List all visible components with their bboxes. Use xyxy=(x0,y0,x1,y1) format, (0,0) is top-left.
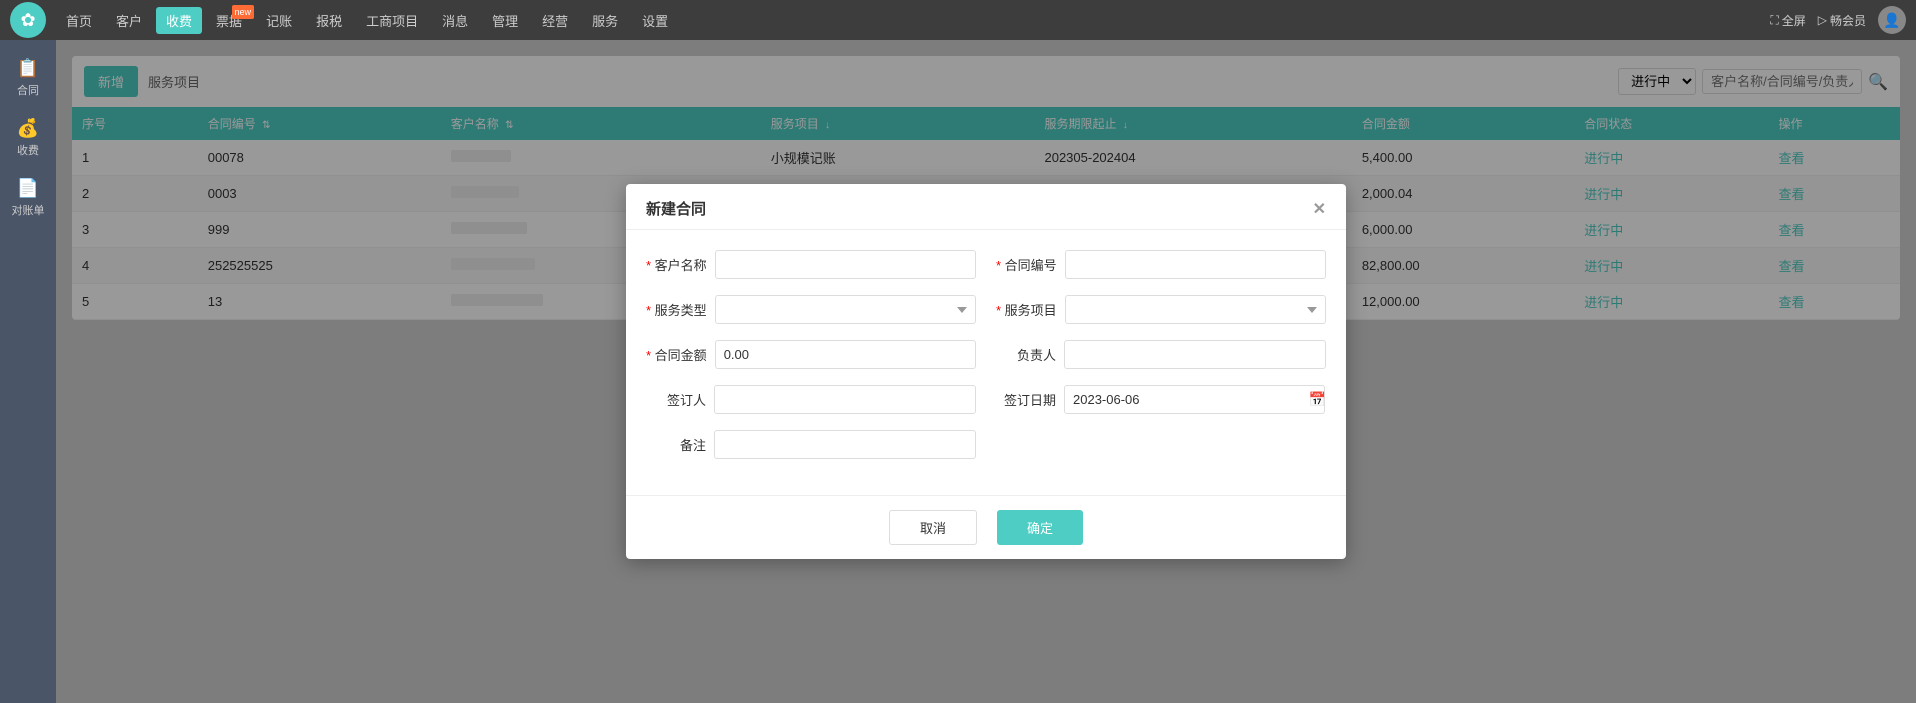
top-nav: ✿ 首页 客户 收费 票据 new 记账 报税 工商项目 消息 管理 经营 服务… xyxy=(0,0,1916,40)
nav-message[interactable]: 消息 xyxy=(432,7,478,34)
nav-home[interactable]: 首页 xyxy=(56,7,102,34)
person-input[interactable] xyxy=(1064,340,1326,369)
sidebar-item-contract[interactable]: 📋 合同 xyxy=(0,50,56,106)
modal-header: 新建合同 ✕ xyxy=(626,184,1346,230)
sidebar-item-fees[interactable]: 💰 收费 xyxy=(0,110,56,166)
form-group-service-item: 服务项目 xyxy=(996,295,1326,324)
customer-name-input[interactable] xyxy=(715,250,976,279)
form-group-signer: 签订人 xyxy=(646,385,976,414)
form-row-3: 合同金额 负责人 xyxy=(646,340,1326,369)
amount-input[interactable] xyxy=(715,340,976,369)
modal-overlay[interactable]: 新建合同 ✕ 客户名称 合同编号 xyxy=(56,40,1916,703)
form-group-sign-date: 签订日期 📅 xyxy=(996,385,1326,414)
modal-close-button[interactable]: ✕ xyxy=(1313,199,1326,219)
nav-accounting[interactable]: 记账 xyxy=(256,7,302,34)
content-area: 新增 服务项目 进行中 已完成 已终止 🔍 序号 合同编 xyxy=(56,40,1916,703)
nav-manage[interactable]: 管理 xyxy=(482,7,528,34)
nav-tax[interactable]: 报税 xyxy=(306,7,352,34)
note-input[interactable] xyxy=(714,430,976,459)
sign-date-input[interactable] xyxy=(1064,385,1325,414)
form-group-amount: 合同金额 xyxy=(646,340,976,369)
form-group-contract-no: 合同编号 xyxy=(996,250,1326,279)
nav-service[interactable]: 服务 xyxy=(582,7,628,34)
sign-date-label: 签订日期 xyxy=(996,390,1056,409)
sidebar: 📋 合同 💰 收费 📄 对账单 xyxy=(0,40,56,703)
form-group-person: 负责人 xyxy=(996,340,1326,369)
avatar[interactable]: 👤 xyxy=(1878,6,1906,34)
service-item-select[interactable] xyxy=(1065,295,1326,324)
confirm-button[interactable]: 确定 xyxy=(997,510,1083,545)
nav-settings[interactable]: 设置 xyxy=(632,7,678,34)
form-group-note: 备注 xyxy=(646,430,976,459)
play-icon: ▷ xyxy=(1818,13,1827,27)
person-label: 负责人 xyxy=(996,345,1056,364)
service-item-label: 服务项目 xyxy=(996,300,1057,319)
service-type-label: 服务类型 xyxy=(646,300,707,319)
fullscreen-icon: ⛶ xyxy=(1770,13,1778,28)
contract-no-input[interactable] xyxy=(1065,250,1326,279)
form-row-5: 备注 xyxy=(646,430,1326,459)
form-row-2: 服务类型 服务项目 xyxy=(646,295,1326,324)
form-group-service-type: 服务类型 xyxy=(646,295,976,324)
contract-icon: 📋 xyxy=(17,58,39,79)
fullscreen-button[interactable]: ⛶ 全屏 xyxy=(1770,12,1805,29)
sidebar-label-statement: 对账单 xyxy=(12,202,45,218)
nav-customer[interactable]: 客户 xyxy=(106,7,152,34)
nav-business[interactable]: 工商项目 xyxy=(356,7,428,34)
signer-input[interactable] xyxy=(714,385,976,414)
nav-items: 首页 客户 收费 票据 new 记账 报税 工商项目 消息 管理 经营 服务 设… xyxy=(56,7,1770,34)
amount-label: 合同金额 xyxy=(646,345,707,364)
fees-icon: 💰 xyxy=(17,118,39,139)
customer-name-label: 客户名称 xyxy=(646,255,707,274)
form-row-1: 客户名称 合同编号 xyxy=(646,250,1326,279)
contract-no-label: 合同编号 xyxy=(996,255,1057,274)
modal-body: 客户名称 合同编号 服务类型 xyxy=(626,230,1346,495)
nav-operation[interactable]: 经营 xyxy=(532,7,578,34)
modal-footer: 取消 确定 xyxy=(626,495,1346,559)
new-badge: new xyxy=(232,5,255,19)
form-group-customer: 客户名称 xyxy=(646,250,976,279)
right-icons: ⛶ 全屏 ▷ 畅会员 👤 xyxy=(1770,6,1906,34)
note-label: 备注 xyxy=(646,435,706,454)
nav-invoice[interactable]: 票据 new xyxy=(206,7,252,34)
member-button[interactable]: ▷ 畅会员 xyxy=(1818,12,1866,29)
cancel-button[interactable]: 取消 xyxy=(889,510,977,545)
nav-fees[interactable]: 收费 xyxy=(156,7,202,34)
sidebar-label-contract: 合同 xyxy=(17,82,39,98)
statement-icon: 📄 xyxy=(17,178,39,199)
sidebar-label-fees: 收费 xyxy=(17,142,39,158)
modal-title: 新建合同 xyxy=(646,198,706,219)
logo-icon[interactable]: ✿ xyxy=(10,2,46,38)
signer-label: 签订人 xyxy=(646,390,706,409)
new-contract-modal: 新建合同 ✕ 客户名称 合同编号 xyxy=(626,184,1346,559)
main-layout: 📋 合同 💰 收费 📄 对账单 新增 服务项目 进行中 已完成 已终止 xyxy=(0,40,1916,703)
form-row-4: 签订人 签订日期 📅 xyxy=(646,385,1326,414)
service-type-select[interactable] xyxy=(715,295,976,324)
sidebar-item-statement[interactable]: 📄 对账单 xyxy=(0,170,56,226)
calendar-icon[interactable]: 📅 xyxy=(1309,391,1326,408)
